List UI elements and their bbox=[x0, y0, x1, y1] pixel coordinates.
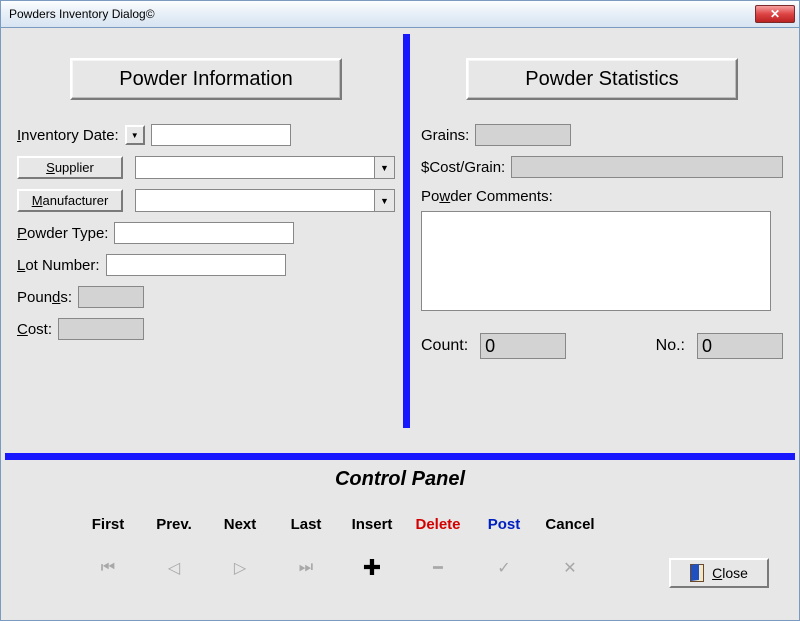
nav-prev-button[interactable]: ◁ bbox=[141, 537, 207, 585]
powder-information-panel: Powder Information Inventory Date: ▼ Sup… bbox=[13, 40, 399, 450]
lot-number-label: Lot Number: bbox=[17, 257, 100, 274]
plus-icon: ✚ bbox=[363, 555, 381, 580]
cost-grain-row: $Cost/Grain: bbox=[421, 156, 783, 178]
count-label: Count: bbox=[421, 337, 468, 355]
grains-label: Grains: bbox=[421, 127, 469, 144]
nav-last-button[interactable]: ⏭ bbox=[273, 537, 339, 585]
no-label: No.: bbox=[656, 337, 685, 355]
chevron-down-icon: ▼ bbox=[374, 157, 394, 178]
comments-row: Powder Comments: bbox=[421, 188, 783, 315]
nav-cancel-button[interactable]: ✕ bbox=[537, 537, 603, 585]
supplier-combobox[interactable]: ▼ bbox=[135, 156, 395, 179]
nav-next-label: Next bbox=[207, 512, 273, 537]
prev-icon: ◁ bbox=[168, 560, 180, 577]
nav-first-label: First bbox=[75, 512, 141, 537]
manufacturer-row: Manufacturer ▼ bbox=[17, 189, 395, 212]
nav-insert-label: Insert bbox=[339, 512, 405, 537]
pounds-field bbox=[78, 286, 144, 308]
client-area: Powder Information Inventory Date: ▼ Sup… bbox=[0, 28, 800, 621]
nav-cancel-label: Cancel bbox=[537, 512, 603, 537]
powder-type-row: Powder Type: bbox=[17, 222, 395, 244]
powder-type-label: Powder Type: bbox=[17, 225, 108, 242]
cost-label: Cost: bbox=[17, 321, 52, 338]
lot-number-field[interactable] bbox=[106, 254, 286, 276]
navigator: First Prev. Next Last Insert Delete Post… bbox=[75, 512, 603, 585]
door-icon bbox=[690, 564, 704, 582]
nav-delete-label: Delete bbox=[405, 512, 471, 537]
nav-post-label: Post bbox=[471, 512, 537, 537]
pounds-label: Pounds: bbox=[17, 289, 72, 306]
cost-row: Cost: bbox=[17, 318, 395, 340]
nav-next-button[interactable]: ▷ bbox=[207, 537, 273, 585]
control-panel: Control Panel First Prev. Next Last Inse… bbox=[15, 464, 785, 612]
close-button[interactable]: Close bbox=[669, 558, 769, 588]
chevron-down-icon: ▼ bbox=[374, 190, 394, 211]
grains-row: Grains: bbox=[421, 124, 783, 146]
lot-number-row: Lot Number: bbox=[17, 254, 395, 276]
check-icon: ✓ bbox=[497, 560, 510, 577]
nav-first-button[interactable]: ⏮ bbox=[75, 537, 141, 585]
control-panel-title: Control Panel bbox=[15, 468, 785, 491]
grains-field bbox=[475, 124, 571, 146]
window-close-button[interactable]: ✕ bbox=[755, 5, 795, 23]
count-no-row: Count: 0 No.: 0 bbox=[421, 333, 783, 359]
cost-grain-label: $Cost/Grain: bbox=[421, 159, 505, 176]
powder-type-field[interactable] bbox=[114, 222, 294, 244]
manufacturer-button[interactable]: Manufacturer bbox=[17, 189, 123, 212]
comments-textarea[interactable] bbox=[421, 211, 771, 311]
last-icon: ⏭ bbox=[299, 559, 313, 576]
pounds-row: Pounds: bbox=[17, 286, 395, 308]
minus-icon: ━ bbox=[433, 560, 443, 577]
vertical-divider bbox=[403, 34, 410, 428]
count-field: 0 bbox=[480, 333, 566, 359]
nav-insert-button[interactable]: ✚ bbox=[339, 537, 405, 585]
manufacturer-value bbox=[136, 190, 374, 211]
inventory-date-label: Inventory Date: bbox=[17, 127, 119, 144]
powder-statistics-button[interactable]: Powder Statistics bbox=[466, 58, 738, 100]
nav-post-button[interactable]: ✓ bbox=[471, 537, 537, 585]
comments-label: Powder Comments: bbox=[421, 188, 777, 205]
manufacturer-combobox[interactable]: ▼ bbox=[135, 189, 395, 212]
powder-information-button[interactable]: Powder Information bbox=[70, 58, 342, 100]
next-icon: ▷ bbox=[234, 560, 246, 577]
window-title: Powders Inventory Dialog© bbox=[9, 7, 755, 21]
nav-prev-label: Prev. bbox=[141, 512, 207, 537]
inventory-date-field[interactable] bbox=[151, 124, 291, 146]
cost-field bbox=[58, 318, 144, 340]
nav-last-label: Last bbox=[273, 512, 339, 537]
chevron-down-icon: ▼ bbox=[131, 131, 139, 140]
powder-statistics-panel: Powder Statistics Grains: $Cost/Grain: P… bbox=[417, 40, 787, 450]
close-button-label: Close bbox=[712, 565, 748, 581]
cost-grain-field bbox=[511, 156, 783, 178]
first-icon: ⏮ bbox=[101, 559, 115, 576]
supplier-row: Supplier ▼ bbox=[17, 156, 395, 179]
x-icon: ✕ bbox=[563, 560, 576, 577]
supplier-value bbox=[136, 157, 374, 178]
date-picker-button[interactable]: ▼ bbox=[125, 125, 145, 145]
horizontal-divider bbox=[5, 453, 795, 460]
close-icon: ✕ bbox=[770, 7, 780, 21]
titlebar: Powders Inventory Dialog© ✕ bbox=[0, 0, 800, 28]
inventory-date-row: Inventory Date: ▼ bbox=[17, 124, 395, 146]
nav-delete-button[interactable]: ━ bbox=[405, 537, 471, 585]
no-field: 0 bbox=[697, 333, 783, 359]
supplier-button[interactable]: Supplier bbox=[17, 156, 123, 179]
